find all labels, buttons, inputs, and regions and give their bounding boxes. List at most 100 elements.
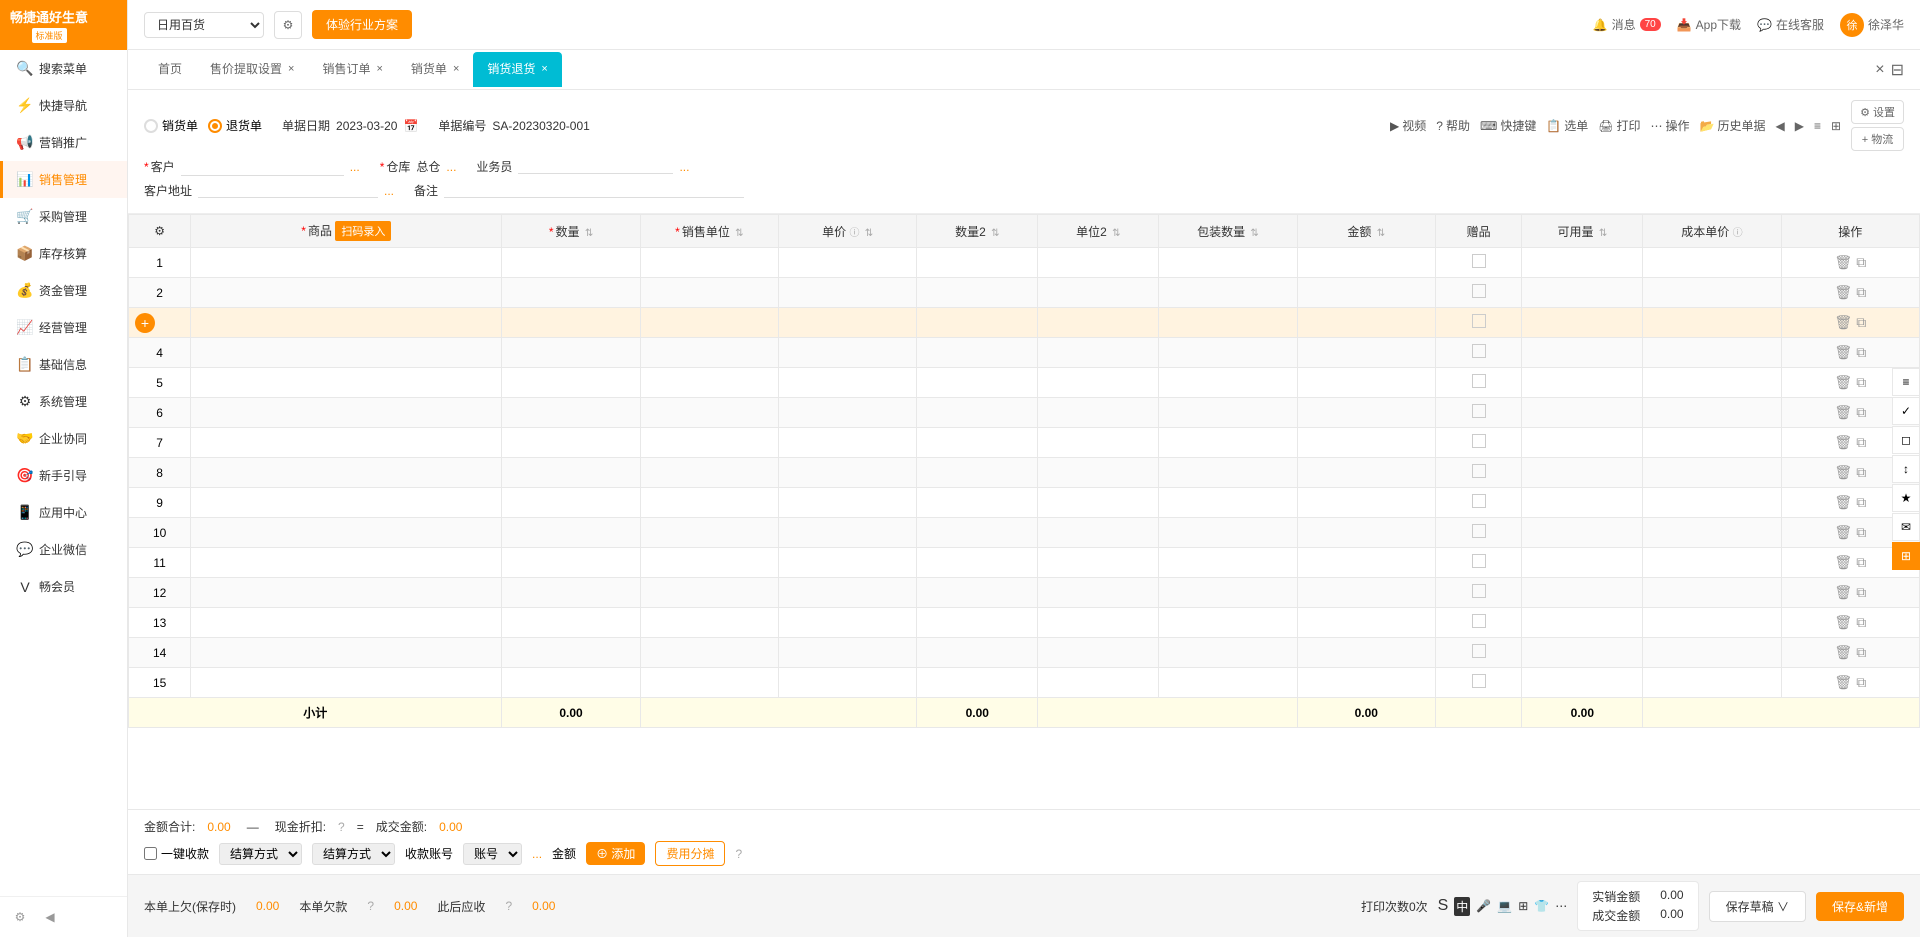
row-unit2-cell[interactable] bbox=[1038, 488, 1159, 518]
row-price-cell[interactable] bbox=[779, 578, 917, 608]
row-cost-cell[interactable] bbox=[1643, 548, 1781, 578]
copy-row-btn[interactable]: ⧉ bbox=[1854, 404, 1868, 421]
row-cost-cell[interactable] bbox=[1643, 338, 1781, 368]
row-unit2-cell[interactable] bbox=[1038, 458, 1159, 488]
settings-col-icon[interactable]: ⚙ bbox=[154, 224, 165, 238]
delete-row-btn[interactable]: 🗑 bbox=[1832, 314, 1854, 331]
row-amount-cell[interactable] bbox=[1297, 548, 1435, 578]
row-cost-cell[interactable] bbox=[1643, 248, 1781, 278]
row-gift-cell[interactable] bbox=[1435, 488, 1521, 518]
row-gift-cell[interactable] bbox=[1435, 578, 1521, 608]
row-pack-cell[interactable] bbox=[1159, 308, 1297, 338]
row-pack-cell[interactable] bbox=[1159, 638, 1297, 668]
cost-help-icon[interactable]: ⓘ bbox=[1733, 228, 1743, 239]
row-avail-cell[interactable] bbox=[1522, 398, 1643, 428]
row-qty2-cell[interactable] bbox=[917, 578, 1038, 608]
goods-input[interactable] bbox=[197, 316, 495, 330]
row-pack-cell[interactable] bbox=[1159, 458, 1297, 488]
row-goods-cell[interactable] bbox=[191, 638, 502, 668]
row-cost-cell[interactable] bbox=[1643, 278, 1781, 308]
row-unit2-cell[interactable] bbox=[1038, 668, 1159, 698]
copy-row-btn[interactable]: ⧉ bbox=[1854, 674, 1868, 691]
row-goods-cell[interactable] bbox=[191, 518, 502, 548]
row-unit-cell[interactable] bbox=[640, 338, 778, 368]
row-pack-cell[interactable] bbox=[1159, 548, 1297, 578]
price-help-icon[interactable]: ⓘ bbox=[849, 228, 859, 239]
row-goods-cell[interactable] bbox=[191, 458, 502, 488]
customer-input[interactable] bbox=[181, 157, 344, 176]
row-qty2-cell[interactable] bbox=[917, 548, 1038, 578]
float-btn-7[interactable]: ⊞ bbox=[1892, 542, 1920, 570]
row-qty2-cell[interactable] bbox=[917, 278, 1038, 308]
row-qty-cell[interactable] bbox=[502, 428, 640, 458]
sort-amount-icon[interactable]: ⇅ bbox=[1377, 228, 1385, 239]
row-goods-cell[interactable] bbox=[191, 608, 502, 638]
row-qty2-cell[interactable] bbox=[917, 608, 1038, 638]
delete-row-btn[interactable]: 🗑 bbox=[1832, 374, 1854, 391]
calendar-icon[interactable]: 📅 bbox=[403, 119, 418, 133]
row-amount-cell[interactable] bbox=[1297, 608, 1435, 638]
nav-prev-icon[interactable]: ◀ bbox=[1776, 119, 1785, 133]
sidebar-item-marketing[interactable]: 📢 营销推广 bbox=[0, 124, 127, 161]
row-avail-cell[interactable] bbox=[1522, 578, 1643, 608]
gift-checkbox[interactable] bbox=[1472, 644, 1486, 658]
gift-checkbox[interactable] bbox=[1472, 314, 1486, 328]
row-unit-cell[interactable] bbox=[640, 398, 778, 428]
delete-row-btn[interactable]: 🗑 bbox=[1832, 494, 1854, 511]
row-unit-cell[interactable] bbox=[640, 368, 778, 398]
settings-bottom-icon[interactable]: ⚙ bbox=[10, 907, 30, 927]
row-qty-cell[interactable] bbox=[502, 398, 640, 428]
row-unit2-cell[interactable] bbox=[1038, 518, 1159, 548]
expand-window-btn[interactable]: ⊟ bbox=[1891, 60, 1904, 80]
row-goods-cell[interactable] bbox=[191, 248, 502, 278]
row-qty2-cell[interactable] bbox=[917, 518, 1038, 548]
row-amount-cell[interactable] bbox=[1297, 278, 1435, 308]
row-unit-cell[interactable] bbox=[640, 578, 778, 608]
row-gift-cell[interactable] bbox=[1435, 278, 1521, 308]
delete-row-btn[interactable]: 🗑 bbox=[1832, 524, 1854, 541]
row-goods-cell[interactable] bbox=[191, 488, 502, 518]
gift-checkbox[interactable] bbox=[1472, 494, 1486, 508]
row-amount-cell[interactable] bbox=[1297, 488, 1435, 518]
gift-checkbox[interactable] bbox=[1472, 464, 1486, 478]
row-pack-cell[interactable] bbox=[1159, 278, 1297, 308]
row-qty-cell[interactable] bbox=[502, 518, 640, 548]
row-amount-cell[interactable] bbox=[1297, 458, 1435, 488]
row-gift-cell[interactable] bbox=[1435, 548, 1521, 578]
row-qty-cell[interactable] bbox=[502, 608, 640, 638]
gift-checkbox[interactable] bbox=[1472, 614, 1486, 628]
row-qty2-cell[interactable] bbox=[917, 668, 1038, 698]
row-qty2-cell[interactable] bbox=[917, 308, 1038, 338]
sidebar-item-operation[interactable]: 📈 经营管理 bbox=[0, 309, 127, 346]
row-avail-cell[interactable] bbox=[1522, 488, 1643, 518]
gift-checkbox[interactable] bbox=[1472, 344, 1486, 358]
row-qty-cell[interactable] bbox=[502, 488, 640, 518]
sidebar-item-inventory[interactable]: 📦 库存核算 bbox=[0, 235, 127, 272]
calc-method-select[interactable]: 结算方式 bbox=[219, 843, 302, 865]
row-qty2-cell[interactable] bbox=[917, 428, 1038, 458]
row-cost-cell[interactable] bbox=[1643, 578, 1781, 608]
sidebar-item-system[interactable]: ⚙ 系统管理 bbox=[0, 383, 127, 420]
app-download-btn[interactable]: 📥 App下载 bbox=[1677, 16, 1741, 33]
row-gift-cell[interactable] bbox=[1435, 338, 1521, 368]
shirt-icon[interactable]: 👕 bbox=[1534, 899, 1549, 913]
row-gift-cell[interactable] bbox=[1435, 518, 1521, 548]
table-icon[interactable]: ⊞ bbox=[1518, 899, 1528, 913]
sidebar-item-basic[interactable]: 📋 基础信息 bbox=[0, 346, 127, 383]
settings-config-btn[interactable]: ⚙ 设置 bbox=[1851, 100, 1904, 124]
row-gift-cell[interactable] bbox=[1435, 668, 1521, 698]
copy-row-btn[interactable]: ⧉ bbox=[1854, 524, 1868, 541]
sidebar-item-purchase[interactable]: 🛒 采购管理 bbox=[0, 198, 127, 235]
row-unit-cell[interactable] bbox=[640, 548, 778, 578]
row-gift-cell[interactable] bbox=[1435, 248, 1521, 278]
copy-row-btn[interactable]: ⧉ bbox=[1854, 314, 1868, 331]
warehouse-ellipsis[interactable]: ... bbox=[446, 160, 456, 174]
row-amount-cell[interactable] bbox=[1297, 308, 1435, 338]
one-key-payment-checkbox[interactable] bbox=[144, 847, 157, 860]
row-price-cell[interactable] bbox=[779, 428, 917, 458]
radio-return-bill[interactable]: 退货单 bbox=[208, 117, 262, 134]
row-unit-cell[interactable] bbox=[640, 428, 778, 458]
experience-btn[interactable]: 体验行业方案 bbox=[312, 10, 412, 39]
row-gift-cell[interactable] bbox=[1435, 398, 1521, 428]
row-pack-cell[interactable] bbox=[1159, 668, 1297, 698]
